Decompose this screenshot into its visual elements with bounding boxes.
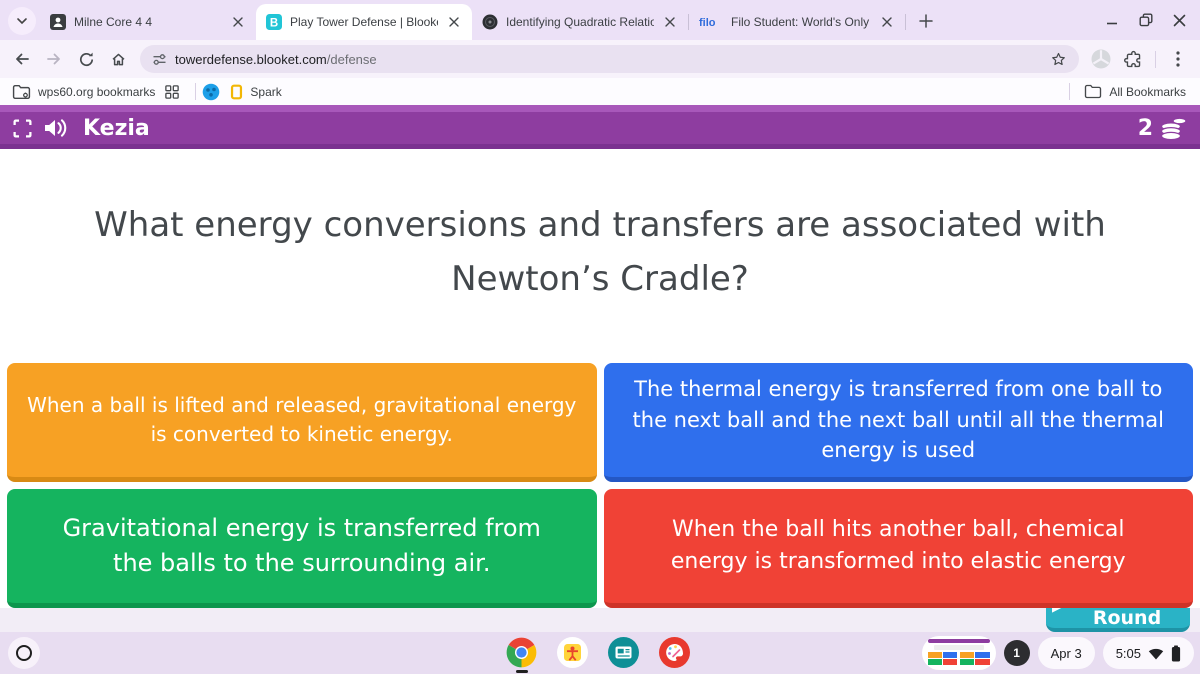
question-panel: Kezia 2 What energy conversions and tran… [0, 105, 1200, 608]
launcher-button[interactable] [8, 637, 40, 669]
answer-grid: When a ball is lifted and released, grav… [7, 363, 1193, 608]
tab-quadratic-relations[interactable]: Identifying Quadratic Relations [472, 4, 688, 40]
chrome-app-icon[interactable] [506, 637, 537, 673]
question-text: What energy conversions and transfers ar… [94, 205, 1106, 300]
date-pill[interactable]: Apr 3 [1037, 637, 1095, 669]
bookmark-blue-app[interactable] [202, 83, 220, 101]
answer-button-red[interactable]: When the ball hits another ball, chemica… [603, 489, 1193, 608]
page-bottom-strip [0, 608, 1200, 632]
site-settings-icon[interactable] [152, 52, 167, 67]
managed-folder-icon [12, 84, 31, 99]
reload-button[interactable] [70, 43, 102, 75]
home-button[interactable] [102, 43, 134, 75]
chromeos-shelf: 1 Apr 3 5:05 [0, 632, 1200, 674]
tab-separator [905, 14, 906, 30]
chevron-down-icon [17, 18, 27, 25]
extensions-puzzle-button[interactable] [1117, 43, 1149, 75]
url-bar[interactable]: towerdefense.blooket.com/defense [140, 45, 1079, 73]
coins-icon [1160, 117, 1187, 140]
gymnastics-app-icon[interactable] [557, 637, 588, 668]
tab-milne-core[interactable]: Milne Core 4 4 [40, 4, 256, 40]
apps-grid-button[interactable] [165, 84, 180, 99]
blooket-page: ▶ Next Round Kezia 2 What energy convers… [0, 105, 1200, 632]
close-window-button[interactable] [1173, 14, 1186, 27]
window-controls [1091, 0, 1200, 40]
apps-grid-icon [165, 84, 180, 99]
thumbnail-answer-quads [927, 652, 990, 665]
bookmark-spark[interactable]: Spark [230, 84, 282, 100]
disabled-extension-icon[interactable] [1085, 43, 1117, 75]
all-bookmarks-button[interactable]: All Bookmarks [1084, 84, 1186, 99]
url-host: towerdefense.blooket.com [175, 51, 327, 67]
tab-title: Milne Core 4 4 [74, 15, 153, 29]
spark-label: Spark [250, 84, 282, 99]
coin-counter: 2 [1138, 115, 1188, 142]
answer-button-orange[interactable]: When a ball is lifted and released, grav… [7, 363, 597, 482]
close-tab-icon[interactable] [446, 14, 462, 30]
notification-badge[interactable]: 1 [1003, 640, 1030, 666]
fullscreen-icon[interactable] [12, 118, 33, 139]
thumbnail-purple-bar [927, 639, 990, 643]
answer-button-blue[interactable]: The thermal energy is transferred from o… [603, 363, 1193, 482]
plus-icon [919, 14, 933, 28]
svg-text:B: B [270, 17, 278, 29]
date-label: Apr 3 [1050, 645, 1082, 661]
bookmarks-divider [1069, 83, 1071, 100]
status-area: 1 Apr 3 5:05 [921, 636, 1194, 670]
close-tab-icon[interactable] [879, 14, 895, 30]
managed-bookmarks-folder[interactable]: wps60.org bookmarks [12, 84, 155, 100]
wifi-icon [1148, 648, 1164, 659]
flashcards-app-icon[interactable] [608, 637, 639, 668]
spark-favicon [231, 84, 243, 99]
folder-icon [1085, 84, 1102, 99]
chromebook-screen: Milne Core 4 4 B Play Tower Defense | Bl… [0, 0, 1200, 674]
screen-capture-thumbnail[interactable] [921, 636, 996, 670]
url-path: /defense [326, 51, 377, 67]
forward-button[interactable] [38, 43, 70, 75]
person-favicon [50, 14, 66, 30]
thumbnail-text-line [933, 645, 984, 650]
restore-window-button[interactable] [1139, 13, 1153, 27]
blooket-favicon: B [266, 14, 282, 30]
tab-search-button[interactable] [8, 7, 36, 35]
svg-text:filo: filo [699, 17, 716, 29]
bookmark-star-button[interactable] [1050, 51, 1067, 68]
battery-icon [1171, 645, 1181, 661]
tab-title: Play Tower Defense | Blooket [290, 15, 438, 29]
player-name: Kezia [83, 115, 150, 141]
tab-title: Identifying Quadratic Relations [506, 15, 654, 29]
launcher-circle-icon [16, 645, 32, 661]
running-app-indicator [515, 670, 528, 673]
game-header: Kezia 2 [0, 105, 1200, 149]
close-tab-icon[interactable] [230, 14, 246, 30]
close-tab-icon[interactable] [662, 14, 678, 30]
tab-strip: Milne Core 4 4 B Play Tower Defense | Bl… [0, 0, 1200, 40]
bookmarks-bar: wps60.org bookmarks Spark All Bookmarks [0, 78, 1200, 105]
blue-wheel-favicon [203, 83, 220, 100]
toolbar-divider [1155, 50, 1156, 68]
browser-toolbar: towerdefense.blooket.com/defense [0, 40, 1200, 78]
time-label: 5:05 [1115, 645, 1141, 661]
canvas-paint-app-icon[interactable] [659, 637, 690, 668]
browser-menu-button[interactable] [1162, 43, 1194, 75]
filo-favicon: filo [699, 17, 716, 29]
bookmarks-divider [195, 83, 197, 100]
new-tab-button[interactable] [912, 7, 940, 35]
shelf-apps [506, 637, 690, 673]
system-tray[interactable]: 5:05 [1102, 637, 1194, 669]
all-bookmarks-label: All Bookmarks [1109, 84, 1186, 99]
url-text[interactable]: towerdefense.blooket.com/defense [175, 52, 377, 67]
tab-title: Filo Student: World's Only Live [731, 15, 871, 29]
back-button[interactable] [6, 43, 38, 75]
managed-bookmarks-label: wps60.org bookmarks [38, 84, 156, 99]
tab-blooket-active[interactable]: B Play Tower Defense | Blooket [256, 4, 472, 40]
sound-icon[interactable] [43, 117, 69, 139]
dark-globe-favicon [482, 14, 498, 30]
coin-count: 2 [1137, 115, 1153, 141]
answer-button-green[interactable]: Gravitational energy is transferred from… [7, 489, 597, 608]
tab-filo-student[interactable]: filo Filo Student: World's Only Live [689, 4, 905, 40]
minimize-button[interactable] [1105, 13, 1119, 27]
